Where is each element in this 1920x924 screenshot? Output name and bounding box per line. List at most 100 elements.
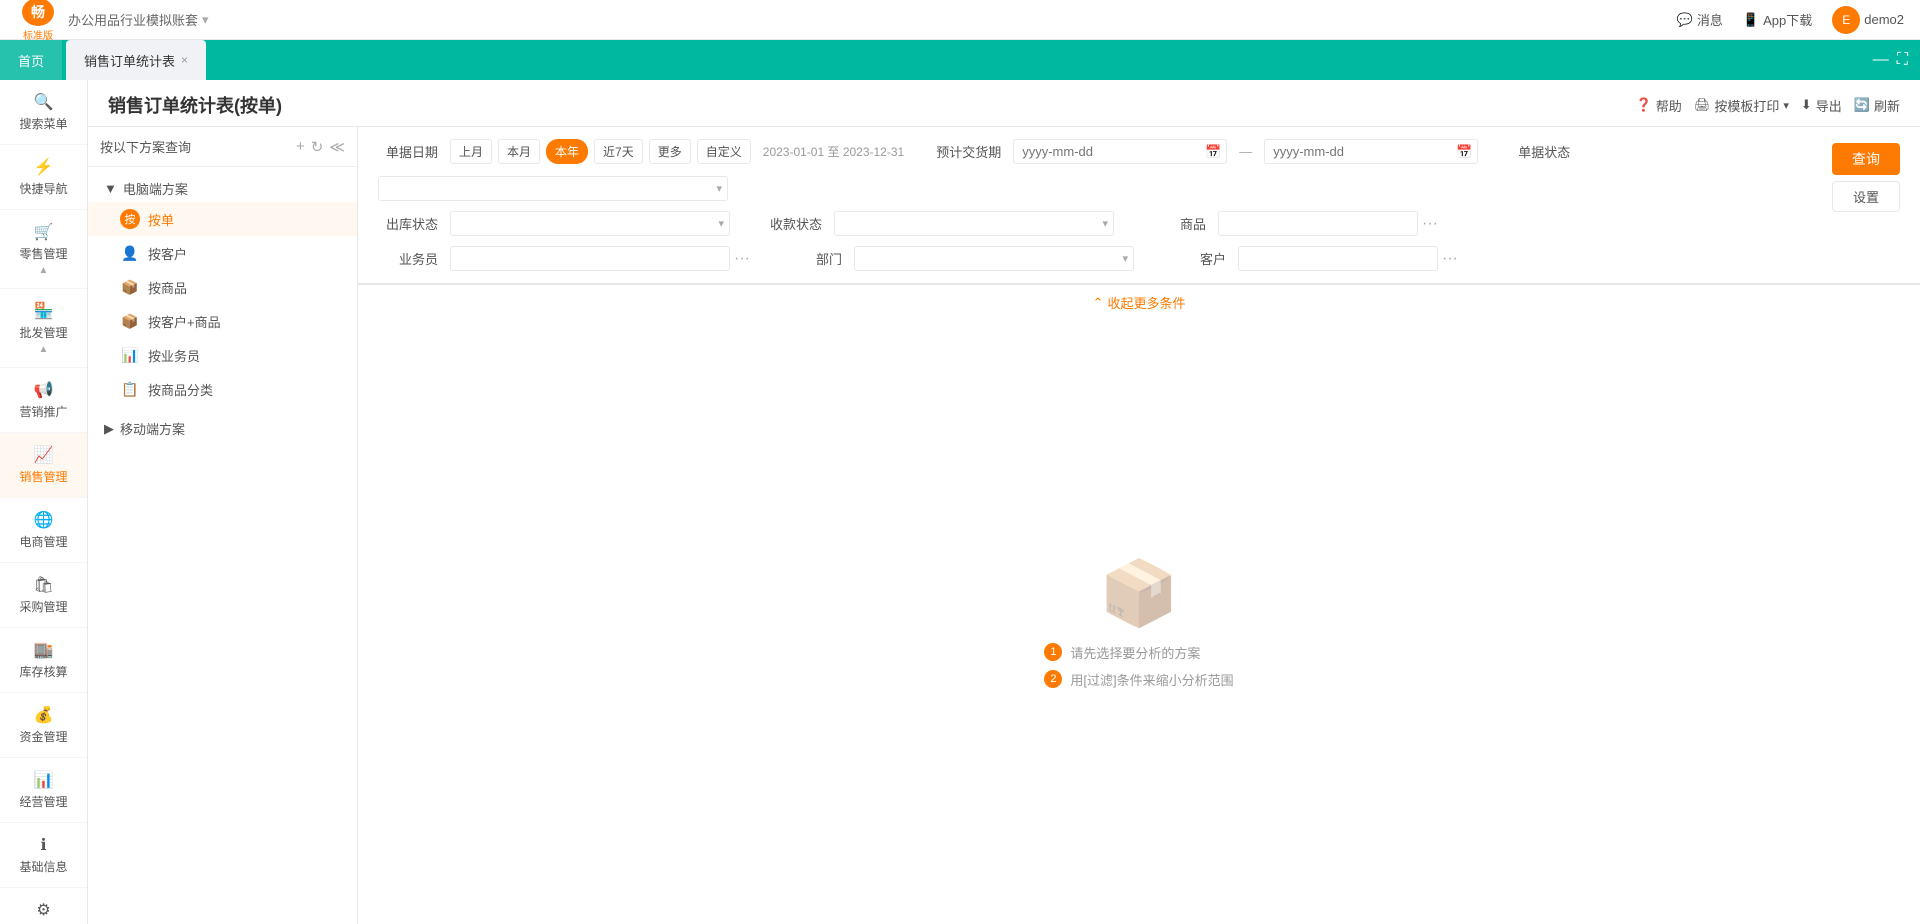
expected-date-from[interactable]: [1013, 139, 1227, 164]
print-label: 按模板打印: [1714, 96, 1779, 115]
salesman-dots[interactable]: ···: [734, 250, 750, 268]
right-panel: 单据日期 上月 本月 本年 近7天 更多 自定义 2023-01-01 至 20…: [358, 127, 1920, 924]
department-select[interactable]: [854, 246, 1134, 271]
add-scheme-icon[interactable]: +: [296, 138, 305, 155]
scheme-item-by-customer[interactable]: 👤 按客户: [88, 236, 357, 270]
sidebar-item-basic[interactable]: ℹ 基础信息: [0, 823, 87, 888]
sidebar-item-wholesale[interactable]: 🏪 批发管理 ▲: [0, 289, 87, 368]
content-area: 按以下方案查询 + ↻ ≪ ▼ 电脑端方案 按 按单: [88, 127, 1920, 924]
status-select-wrap: [378, 176, 728, 201]
customer-input[interactable]: [1238, 246, 1438, 271]
step-2-text: 用[过滤]条件来缩小分析范围: [1070, 670, 1233, 689]
ecommerce-icon: 🌐: [34, 510, 54, 530]
scheme-item-by-category[interactable]: 📋 按商品分类: [88, 372, 357, 406]
sidebar-item-sales[interactable]: 📈 销售管理: [0, 433, 87, 498]
scheme-item-by-salesman[interactable]: 📊 按业务员: [88, 338, 357, 372]
salesman-input[interactable]: [450, 246, 730, 271]
sidebar-item-ecommerce[interactable]: 🌐 电商管理: [0, 498, 87, 563]
out-status-select-wrap: [450, 211, 730, 236]
logo-icon: 畅: [22, 0, 54, 26]
date-btn-this-month[interactable]: 本月: [498, 139, 540, 164]
payment-status-select[interactable]: [834, 211, 1114, 236]
user-menu[interactable]: E demo2: [1832, 6, 1904, 34]
sidebar-item-inventory[interactable]: 🏬 库存核算: [0, 628, 87, 693]
date-btn-custom[interactable]: 自定义: [697, 139, 751, 164]
purchase-icon: 🛍: [33, 575, 53, 595]
refresh-scheme-icon[interactable]: ↻: [311, 138, 324, 156]
wholesale-icon: 🏪: [34, 301, 54, 321]
tab-sales-order[interactable]: 销售订单统计表 ×: [66, 40, 206, 80]
sidebar-item-marketing[interactable]: 📢 营销推广: [0, 368, 87, 433]
pc-scheme-group: ▼ 电脑端方案 按 按单 👤 按客户 📦 按商品: [88, 167, 357, 412]
expected-date-to[interactable]: [1264, 139, 1478, 164]
date-btn-last-month[interactable]: 上月: [450, 139, 492, 164]
refresh-icon: 🔄: [1854, 97, 1870, 113]
scheme-item-by-goods[interactable]: 📦 按商品: [88, 270, 357, 304]
out-status-select[interactable]: [450, 211, 730, 236]
query-button[interactable]: 查询: [1832, 143, 1900, 175]
goods-dots[interactable]: ···: [1422, 215, 1438, 233]
message-button[interactable]: 💬 消息: [1677, 10, 1723, 29]
sidebar-item-purchase[interactable]: 🛍 采购管理: [0, 563, 87, 628]
tab-home[interactable]: 首页: [0, 40, 62, 80]
department-label: 部门: [782, 249, 842, 268]
expected-date-to-wrap: 📅: [1264, 139, 1478, 164]
retail-arrow-icon: ▲: [39, 265, 49, 276]
date-btn-this-year[interactable]: 本年: [546, 139, 588, 164]
collapse-bar[interactable]: ⌃ 收起更多条件: [358, 284, 1920, 320]
print-button[interactable]: 🖨 按模板打印 ▾: [1694, 96, 1789, 115]
breadcrumb-arrow-icon[interactable]: ▾: [202, 12, 209, 28]
basic-icon: ℹ: [40, 835, 46, 855]
out-status-label: 出库状态: [378, 214, 438, 233]
collapse-icon: ⌃: [1093, 295, 1104, 311]
collapse-panel-icon[interactable]: ≪: [329, 138, 345, 156]
expected-date-from-wrap: 📅: [1013, 139, 1227, 164]
sidebar-item-retail[interactable]: 🛒 零售管理 ▲: [0, 210, 87, 289]
date-btn-7days[interactable]: 近7天: [594, 139, 643, 164]
topbar-right: 💬 消息 📱 App下载 E demo2: [1677, 6, 1904, 34]
scheme-item-by-order[interactable]: 按 按单: [88, 202, 357, 236]
app-icon: 📱: [1743, 12, 1759, 28]
sidebar-item-search-menu[interactable]: 🔍 搜索菜单: [0, 80, 87, 145]
breadcrumb: 办公用品行业模拟账套 ▾: [68, 10, 209, 29]
retail-icon: 🛒: [34, 222, 54, 242]
scheme-category-icon: 📋: [120, 379, 140, 399]
maximize-icon[interactable]: ⛶: [1897, 51, 1908, 69]
date-btn-more[interactable]: 更多: [649, 139, 691, 164]
customer-input-area: ···: [1238, 246, 1458, 271]
minimize-icon[interactable]: —: [1873, 51, 1889, 69]
scheme-salesman-icon: 📊: [120, 345, 140, 365]
pc-group-toggle[interactable]: ▼ 电脑端方案: [88, 173, 357, 202]
tab-home-label: 首页: [18, 51, 44, 70]
sidebar-item-system[interactable]: ⚙ 系统管理: [0, 888, 87, 924]
export-button[interactable]: ⬇ 导出: [1801, 96, 1842, 115]
scheme-item-label: 按单: [148, 210, 174, 229]
calendar-from-icon: 📅: [1205, 144, 1221, 160]
marketing-icon: 📢: [34, 380, 54, 400]
sidebar-item-label: 零售管理: [19, 245, 67, 262]
setting-button[interactable]: 设置: [1832, 181, 1900, 212]
user-name: demo2: [1864, 12, 1904, 27]
sidebar-item-quick-nav[interactable]: ⚡ 快捷导航: [0, 145, 87, 210]
wholesale-arrow-icon: ▲: [39, 344, 49, 355]
payment-status-select-wrap: [834, 211, 1114, 236]
status-select[interactable]: [378, 176, 728, 201]
customer-dots[interactable]: ···: [1442, 250, 1458, 268]
scheme-item-label: 按客户: [148, 244, 187, 263]
sidebar-item-operation[interactable]: 📊 经营管理: [0, 758, 87, 823]
expected-date-label: 预计交货期: [936, 142, 1001, 161]
salesman-input-area: ···: [450, 246, 750, 271]
search-menu-icon: 🔍: [34, 92, 54, 112]
scheme-item-by-customer-goods[interactable]: 📦 按客户+商品: [88, 304, 357, 338]
sidebar-item-label: 经营管理: [19, 793, 67, 810]
mobile-group-label: 移动端方案: [120, 419, 185, 438]
help-button[interactable]: ❓ 帮助: [1636, 96, 1682, 115]
mobile-group-toggle[interactable]: ▶ 移动端方案: [88, 412, 357, 445]
app-download-button[interactable]: 📱 App下载: [1743, 10, 1812, 29]
sidebar-item-finance[interactable]: 💰 资金管理: [0, 693, 87, 758]
step-1-num: 1: [1044, 643, 1062, 661]
goods-input[interactable]: [1218, 211, 1418, 236]
refresh-button[interactable]: 🔄 刷新: [1854, 96, 1900, 115]
tab-close-icon[interactable]: ×: [181, 53, 188, 67]
payment-status-label: 收款状态: [762, 214, 822, 233]
